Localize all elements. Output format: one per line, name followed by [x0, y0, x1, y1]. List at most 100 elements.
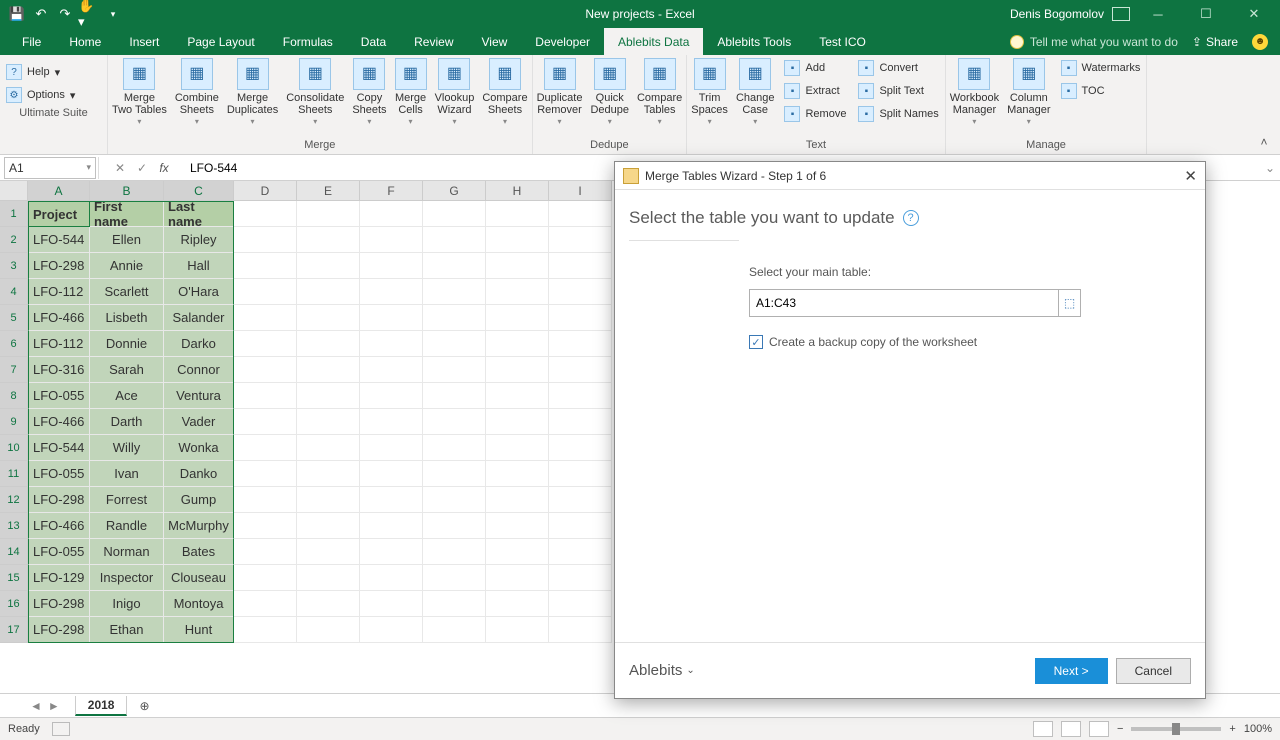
ribbon-workbook-manager[interactable]: ▦Workbook Manager▾ — [946, 56, 1003, 139]
cell-H17[interactable] — [486, 617, 549, 643]
cell-E1[interactable] — [297, 201, 360, 227]
cell-E4[interactable] — [297, 279, 360, 305]
cell-A5[interactable]: LFO-466 — [28, 305, 90, 331]
user-name[interactable]: Denis Bogomolov — [1010, 7, 1104, 21]
cell-D17[interactable] — [234, 617, 297, 643]
cell-H8[interactable] — [486, 383, 549, 409]
range-picker-icon[interactable]: ⬚ — [1059, 289, 1081, 317]
col-header-E[interactable]: E — [297, 181, 360, 201]
cell-H12[interactable] — [486, 487, 549, 513]
col-header-B[interactable]: B — [90, 181, 164, 201]
cell-G7[interactable] — [423, 357, 486, 383]
cell-I1[interactable] — [549, 201, 612, 227]
tab-file[interactable]: File — [8, 28, 55, 55]
cell-A3[interactable]: LFO-298 — [28, 253, 90, 279]
tab-home[interactable]: Home — [55, 28, 115, 55]
cell-G17[interactable] — [423, 617, 486, 643]
cell-I13[interactable] — [549, 513, 612, 539]
row-header-14[interactable]: 14 — [0, 539, 28, 565]
col-header-H[interactable]: H — [486, 181, 549, 201]
cell-D4[interactable] — [234, 279, 297, 305]
cell-A17[interactable]: LFO-298 — [28, 617, 90, 643]
cell-G5[interactable] — [423, 305, 486, 331]
row-header-2[interactable]: 2 — [0, 227, 28, 253]
cell-A13[interactable]: LFO-466 — [28, 513, 90, 539]
cell-B8[interactable]: Ace — [90, 383, 164, 409]
cell-A1[interactable]: Project — [28, 201, 90, 227]
ribbon-trim-spaces[interactable]: ▦Trim Spaces▾ — [687, 56, 732, 139]
cell-I3[interactable] — [549, 253, 612, 279]
cell-A14[interactable]: LFO-055 — [28, 539, 90, 565]
cell-A2[interactable]: LFO-544 — [28, 227, 90, 253]
cell-C16[interactable]: Montoya — [164, 591, 234, 617]
cell-F7[interactable] — [360, 357, 423, 383]
ribbon-compare-tables[interactable]: ▦Compare Tables▾ — [633, 56, 686, 139]
next-button[interactable]: Next > — [1035, 658, 1108, 684]
cell-C5[interactable]: Salander — [164, 305, 234, 331]
ribbon-quick-dedupe[interactable]: ▦Quick Dedupe▾ — [586, 56, 633, 139]
cell-C8[interactable]: Ventura — [164, 383, 234, 409]
cancel-formula-icon[interactable]: ✕ — [110, 158, 130, 178]
options-button[interactable]: ⚙Options ▾ — [6, 85, 101, 105]
cell-E5[interactable] — [297, 305, 360, 331]
col-header-D[interactable]: D — [234, 181, 297, 201]
ribbon-split-text[interactable]: ▪Split Text — [858, 81, 938, 101]
cell-G13[interactable] — [423, 513, 486, 539]
row-header-13[interactable]: 13 — [0, 513, 28, 539]
row-header-4[interactable]: 4 — [0, 279, 28, 305]
cell-E14[interactable] — [297, 539, 360, 565]
col-header-I[interactable]: I — [549, 181, 612, 201]
backup-checkbox[interactable]: ✓ Create a backup copy of the worksheet — [749, 335, 1191, 349]
ribbon-duplicate-remover[interactable]: ▦Duplicate Remover▾ — [533, 56, 587, 139]
cell-D5[interactable] — [234, 305, 297, 331]
minimize-icon[interactable]: ─ — [1138, 0, 1178, 28]
cell-F14[interactable] — [360, 539, 423, 565]
row-header-7[interactable]: 7 — [0, 357, 28, 383]
tab-data[interactable]: Data — [347, 28, 400, 55]
cell-I15[interactable] — [549, 565, 612, 591]
redo-icon[interactable]: ↷ — [54, 3, 76, 25]
cell-E3[interactable] — [297, 253, 360, 279]
tab-review[interactable]: Review — [400, 28, 467, 55]
cell-C13[interactable]: McMurphy — [164, 513, 234, 539]
view-page-break-icon[interactable] — [1089, 721, 1109, 737]
cell-D3[interactable] — [234, 253, 297, 279]
cell-A7[interactable]: LFO-316 — [28, 357, 90, 383]
feedback-icon[interactable]: ☻ — [1252, 34, 1268, 50]
cell-G14[interactable] — [423, 539, 486, 565]
cell-I14[interactable] — [549, 539, 612, 565]
row-header-5[interactable]: 5 — [0, 305, 28, 331]
cell-H3[interactable] — [486, 253, 549, 279]
tell-me[interactable]: Tell me what you want to do — [1010, 35, 1178, 49]
ribbon-merge-duplicates[interactable]: ▦Merge Duplicates▾ — [223, 56, 282, 139]
cell-E10[interactable] — [297, 435, 360, 461]
row-header-3[interactable]: 3 — [0, 253, 28, 279]
undo-icon[interactable]: ↶ — [30, 3, 52, 25]
cell-C2[interactable]: Ripley — [164, 227, 234, 253]
cell-G11[interactable] — [423, 461, 486, 487]
row-header-1[interactable]: 1 — [0, 201, 28, 227]
cell-G8[interactable] — [423, 383, 486, 409]
cell-H9[interactable] — [486, 409, 549, 435]
cell-A9[interactable]: LFO-466 — [28, 409, 90, 435]
tab-test-ico[interactable]: Test ICO — [805, 28, 880, 55]
tab-formulas[interactable]: Formulas — [269, 28, 347, 55]
cell-D1[interactable] — [234, 201, 297, 227]
cell-I5[interactable] — [549, 305, 612, 331]
ablebits-link[interactable]: Ablebits⌄ — [629, 662, 695, 679]
cell-F9[interactable] — [360, 409, 423, 435]
cell-E13[interactable] — [297, 513, 360, 539]
cell-I6[interactable] — [549, 331, 612, 357]
ribbon-merge-cells[interactable]: ▦Merge Cells▾ — [391, 56, 431, 139]
ribbon-add[interactable]: ▪Add — [784, 58, 846, 78]
cell-E16[interactable] — [297, 591, 360, 617]
cell-D10[interactable] — [234, 435, 297, 461]
ribbon-toc[interactable]: ▪TOC — [1061, 81, 1141, 101]
cell-B10[interactable]: Willy — [90, 435, 164, 461]
view-page-layout-icon[interactable] — [1061, 721, 1081, 737]
cell-H13[interactable] — [486, 513, 549, 539]
close-icon[interactable]: ✕ — [1234, 0, 1274, 28]
ribbon-compare-sheets[interactable]: ▦Compare Sheets▾ — [478, 56, 531, 139]
cell-I11[interactable] — [549, 461, 612, 487]
cell-F2[interactable] — [360, 227, 423, 253]
